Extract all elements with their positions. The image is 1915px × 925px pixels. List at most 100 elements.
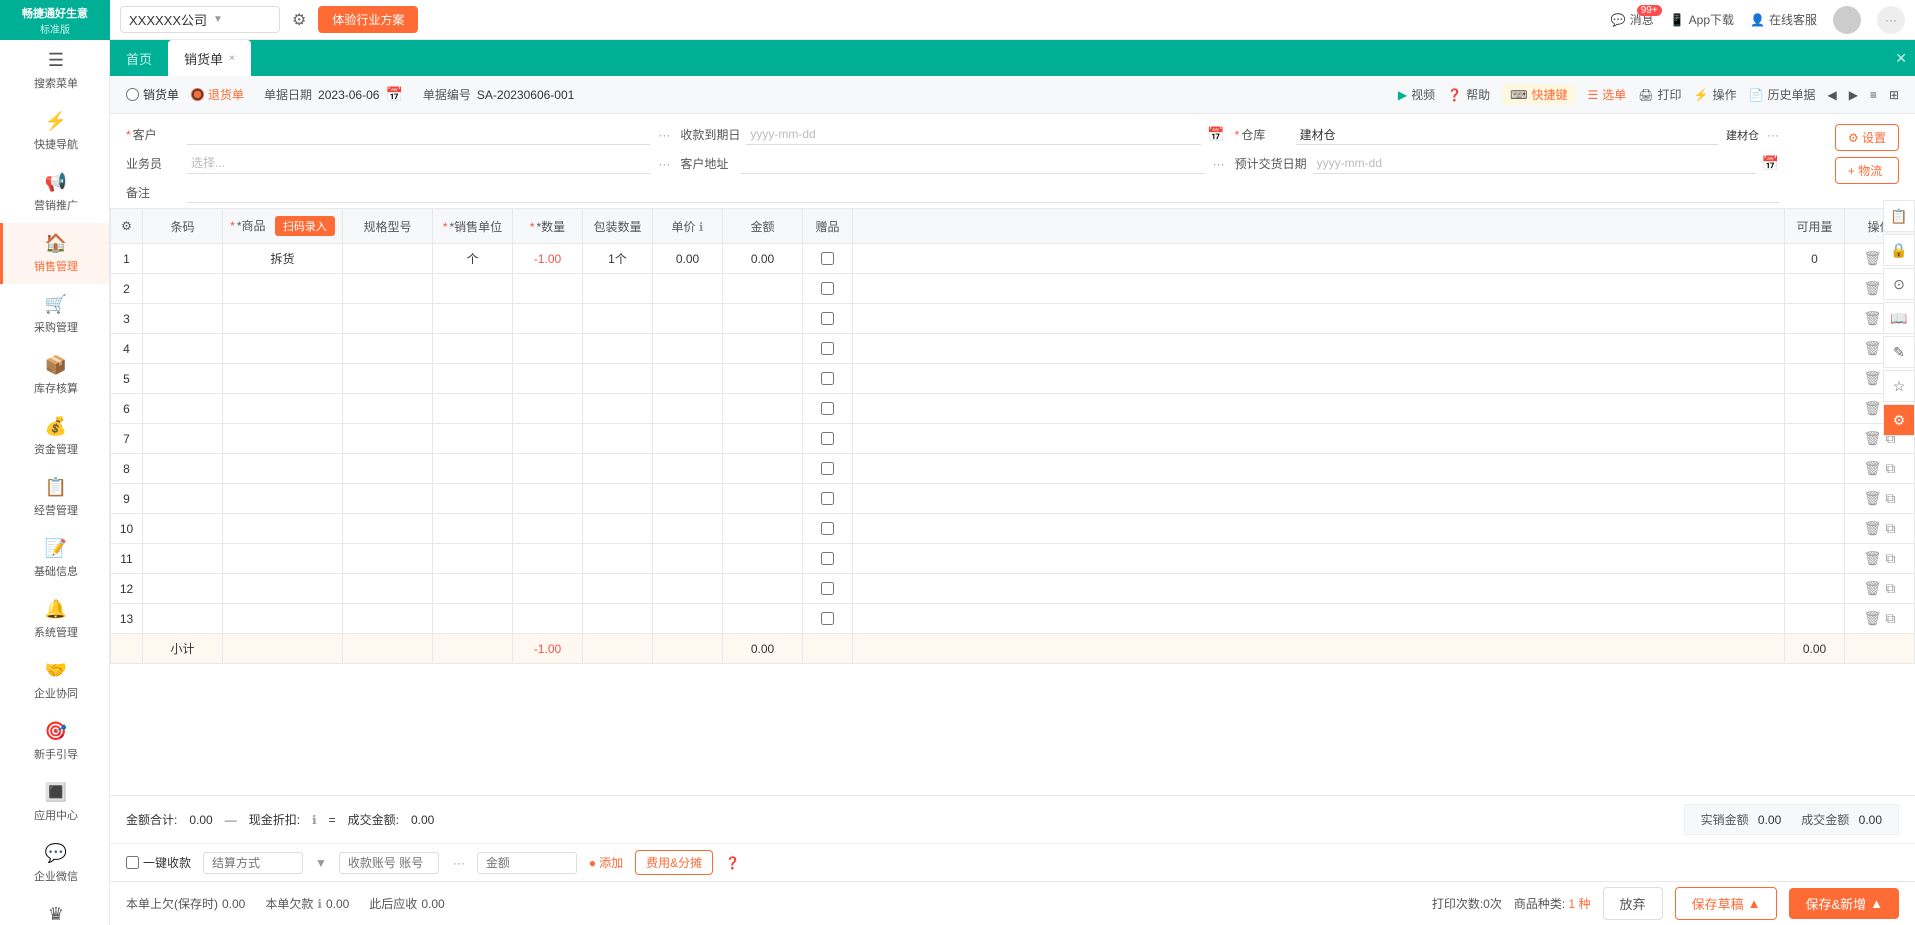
price-info-icon[interactable]: ℹ: [699, 220, 704, 234]
grid-view-button[interactable]: ≡: [1870, 88, 1877, 102]
delete-row-icon[interactable]: 🗑: [1864, 400, 1882, 417]
payment-method-arrow-icon[interactable]: ▼: [315, 856, 327, 870]
sidebar-item-wechat[interactable]: 💬 企业微信: [0, 833, 109, 894]
row-amount[interactable]: 0.00: [723, 244, 803, 274]
expense-split-button[interactable]: 费用&分摊: [635, 850, 713, 875]
sidebar-item-quick-nav[interactable]: ⚡ 快捷导航: [0, 101, 109, 162]
toolbar-circle-icon[interactable]: ⊙: [1883, 268, 1915, 300]
tab-sales-order[interactable]: 销货单 ×: [168, 40, 251, 76]
copy-row-icon[interactable]: ⧉: [1885, 580, 1895, 597]
sidebar-item-guide[interactable]: 🎯 新手引导: [0, 711, 109, 772]
prev-button[interactable]: ◀: [1827, 88, 1836, 102]
sidebar-item-enterprise[interactable]: 🤝 企业协同: [0, 650, 109, 711]
sidebar-item-vip[interactable]: ♛ 畅会员: [0, 894, 109, 925]
delete-row-icon[interactable]: 🗑: [1864, 250, 1882, 267]
warehouse-more-icon[interactable]: ···: [1767, 128, 1779, 142]
sidebar-item-app-center[interactable]: 🔳 应用中心: [0, 772, 109, 833]
due-date-calendar-icon[interactable]: 📅: [1207, 126, 1224, 143]
account-more-icon[interactable]: ···: [453, 856, 465, 870]
row-unit[interactable]: 个: [433, 244, 513, 274]
delete-row-icon[interactable]: 🗑: [1864, 310, 1882, 327]
company-selector[interactable]: XXXXXX公司 ▼: [120, 6, 280, 33]
expense-info-icon[interactable]: ❓: [725, 856, 740, 870]
customer-more-icon[interactable]: ···: [658, 128, 670, 142]
video-help-button[interactable]: ▶ 视频: [1398, 86, 1435, 103]
one-click-payment-checkbox[interactable]: 一键收款: [126, 854, 191, 871]
row-gift[interactable]: [803, 244, 853, 274]
delete-row-icon[interactable]: 🗑: [1864, 340, 1882, 357]
avatar[interactable]: [1833, 6, 1861, 34]
logistics-button[interactable]: + 物流: [1835, 157, 1899, 184]
delete-row-icon[interactable]: 🗑: [1864, 370, 1882, 387]
row-pkg-qty[interactable]: 1个: [583, 244, 653, 274]
next-button[interactable]: ▶: [1849, 88, 1858, 102]
toolbar-clipboard-icon[interactable]: 📋: [1883, 200, 1915, 232]
gear-icon[interactable]: ⚙: [288, 6, 310, 34]
trial-button[interactable]: 体验行业方案: [318, 6, 418, 33]
copy-row-icon[interactable]: ⧉: [1885, 490, 1895, 507]
total-due-info-icon[interactable]: ℹ: [317, 897, 322, 911]
address-more-icon[interactable]: ···: [1213, 157, 1225, 171]
col-settings-icon[interactable]: ⚙: [111, 209, 143, 244]
save-draft-button[interactable]: 保存草稿 ▲: [1675, 887, 1778, 920]
delete-row-icon[interactable]: 🗑: [1864, 490, 1882, 507]
calendar-icon[interactable]: 📅: [385, 86, 402, 103]
shortcut-button[interactable]: ⌨ 快捷键: [1502, 84, 1575, 105]
action-button[interactable]: ⚡ 操作: [1694, 86, 1737, 103]
close-all-tabs-icon[interactable]: ✕: [1895, 50, 1907, 67]
notes-input[interactable]: [187, 182, 1779, 203]
sidebar-item-search[interactable]: ☰ 搜索菜单: [0, 40, 109, 101]
help-button[interactable]: ❓ 帮助: [1447, 86, 1490, 103]
payment-method-input[interactable]: [203, 852, 303, 874]
close-tab-icon[interactable]: ×: [229, 53, 235, 64]
sidebar-item-sales[interactable]: 🏠 销售管理: [0, 223, 109, 284]
sidebar-item-operations[interactable]: 📋 经营管理: [0, 467, 109, 528]
due-date-input[interactable]: [746, 124, 1201, 145]
delete-row-icon[interactable]: 🗑: [1864, 520, 1882, 537]
sidebar-item-system[interactable]: 🔔 系统管理: [0, 589, 109, 650]
row-barcode[interactable]: [143, 244, 223, 274]
toolbar-book-icon[interactable]: 📖: [1883, 302, 1915, 334]
row-product[interactable]: 拆货: [223, 244, 343, 274]
delete-row-icon[interactable]: 🗑: [1864, 550, 1882, 567]
copy-row-icon[interactable]: ⧉: [1885, 550, 1895, 567]
app-download-button[interactable]: 📱 App下载: [1670, 11, 1734, 28]
toolbar-star-icon[interactable]: ☆: [1883, 370, 1915, 402]
online-service-button[interactable]: 👤 在线客服: [1750, 11, 1817, 28]
sidebar-item-inventory[interactable]: 📦 库存核算: [0, 345, 109, 406]
copy-row-icon[interactable]: ⧉: [1885, 460, 1895, 477]
customer-address-input[interactable]: [741, 153, 1204, 174]
delete-row-icon[interactable]: 🗑: [1864, 460, 1882, 477]
history-button[interactable]: 📄 历史单据: [1748, 86, 1815, 103]
row-price[interactable]: 0.00: [653, 244, 723, 274]
toolbar-settings-icon[interactable]: ⚙: [1883, 404, 1915, 436]
toolbar-edit-icon[interactable]: ✎: [1883, 336, 1915, 368]
table-view-button[interactable]: ⊞: [1889, 88, 1899, 102]
settings-button[interactable]: ⚙ 设置: [1835, 124, 1899, 151]
delete-row-icon[interactable]: 🗑: [1864, 580, 1882, 597]
delete-row-icon[interactable]: 🗑: [1864, 430, 1882, 447]
message-button[interactable]: 💬 消息 99+: [1611, 11, 1654, 28]
sidebar-item-purchase[interactable]: 🛒 采购管理: [0, 284, 109, 345]
delete-row-icon[interactable]: 🗑: [1864, 280, 1882, 297]
salesperson-more-icon[interactable]: ···: [658, 157, 670, 171]
sidebar-item-basic-info[interactable]: 📝 基础信息: [0, 528, 109, 589]
tab-home[interactable]: 首页: [110, 40, 168, 76]
radio-sales-order[interactable]: 销货单: [126, 86, 179, 103]
toolbar-lock-icon[interactable]: 🔒: [1883, 234, 1915, 266]
scan-barcode-button[interactable]: 扫码录入: [275, 216, 335, 236]
warehouse-input[interactable]: [1296, 124, 1718, 145]
print-button[interactable]: 🖨 打印: [1638, 86, 1681, 103]
row-spec[interactable]: [343, 244, 433, 274]
add-payment-button[interactable]: ● 添加: [589, 854, 623, 871]
copy-row-icon[interactable]: ⧉: [1885, 520, 1895, 537]
customer-input[interactable]: [187, 124, 650, 145]
save-new-button[interactable]: 保存&新增 ▲: [1789, 888, 1899, 919]
copy-row-icon[interactable]: ⧉: [1885, 610, 1895, 627]
discard-button[interactable]: 放弃: [1603, 887, 1663, 920]
sidebar-item-marketing[interactable]: 📢 营销推广: [0, 162, 109, 223]
payment-amount-input[interactable]: [477, 852, 577, 874]
discount-info-icon[interactable]: ℹ: [312, 813, 317, 827]
delete-row-icon[interactable]: 🗑: [1864, 610, 1882, 627]
salesperson-input[interactable]: [187, 153, 650, 174]
